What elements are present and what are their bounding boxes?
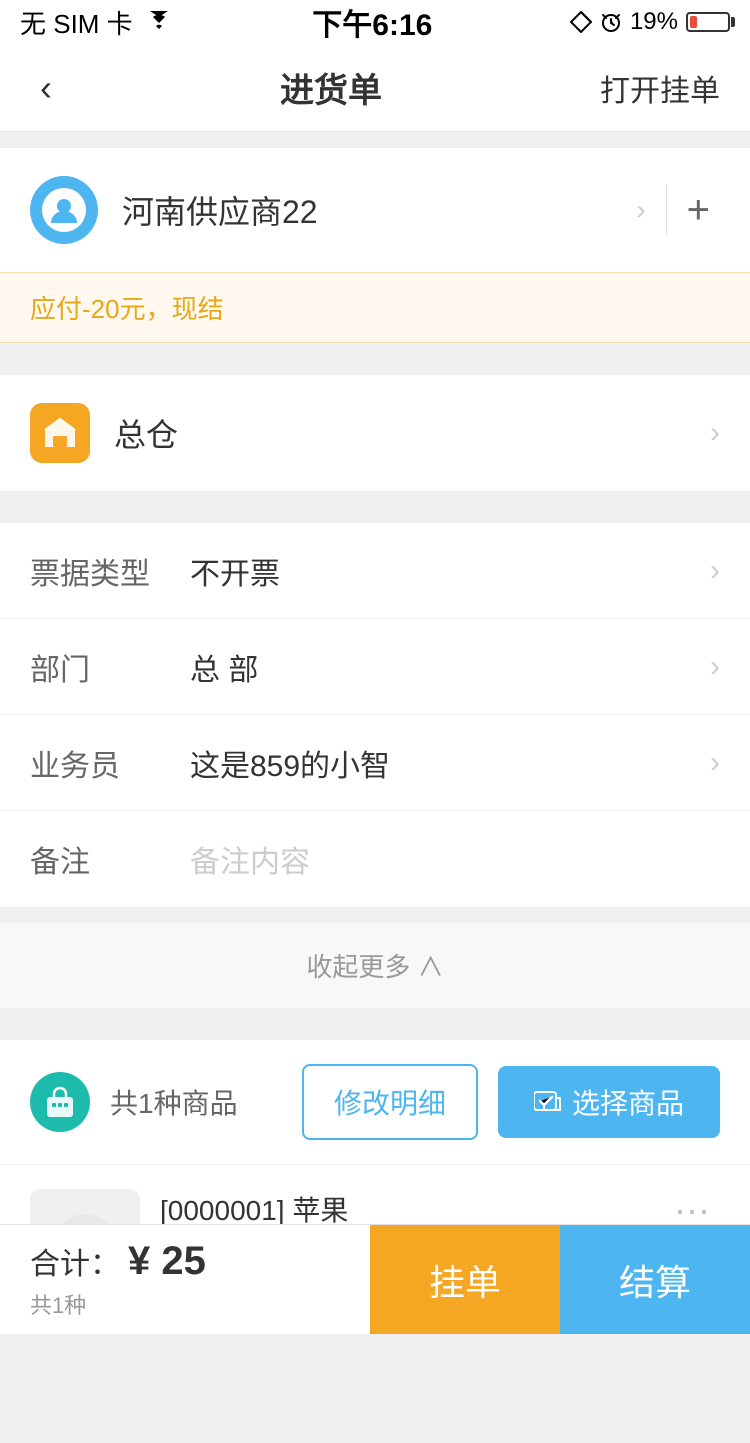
supplier-row[interactable]: 河南供应商22 › + <box>0 148 750 272</box>
remark-input[interactable]: 备注内容 <box>170 837 720 881</box>
invoice-label: 票据类型 <box>30 549 170 593</box>
total-sub: 共1种 <box>30 1288 340 1320</box>
gap-2 <box>0 343 750 359</box>
total-amount-row: 合计： ¥ 25 <box>30 1239 340 1284</box>
supplier-chevron: › <box>626 194 655 226</box>
invoice-value: 不开票 <box>170 549 710 593</box>
hold-button[interactable]: 挂单 <box>370 1225 560 1334</box>
salesman-chevron: › <box>710 746 720 780</box>
product-count-text: 共1种商品 <box>110 1082 282 1122</box>
salesman-value: 这是859的小智 <box>170 741 710 785</box>
battery-icon <box>686 12 730 32</box>
gap-4 <box>0 1008 750 1024</box>
gap-3 <box>0 491 750 507</box>
status-bar-time: 下午6:16 <box>312 0 432 44</box>
department-value: 总 部 <box>170 645 710 689</box>
supplier-section: 河南供应商22 › + 应付-20元，现结 <box>0 148 750 343</box>
battery-percent: 19% <box>630 8 678 36</box>
notice-bar: 应付-20元，现结 <box>0 272 750 343</box>
back-button[interactable]: ‹ <box>30 57 62 119</box>
bottom-total: 合计： ¥ 25 共1种 <box>0 1225 370 1334</box>
department-row[interactable]: 部门 总 部 › <box>0 619 750 715</box>
edit-detail-button[interactable]: 修改明细 <box>302 1064 478 1140</box>
warehouse-row[interactable]: 总仓 › <box>0 375 750 491</box>
salesman-row[interactable]: 业务员 这是859的小智 › <box>0 715 750 811</box>
vertical-divider <box>666 185 667 235</box>
select-product-label: 选择商品 <box>572 1082 684 1122</box>
remark-row[interactable]: 备注 备注内容 <box>0 811 750 907</box>
supplier-avatar <box>30 176 98 244</box>
total-label: 合计： <box>30 1239 120 1283</box>
invoice-chevron: › <box>710 554 720 588</box>
product-code: [0000001] <box>160 1195 285 1226</box>
product-name: [0000001] 苹果 <box>160 1189 644 1229</box>
carrier-text: 无 SIM 卡 <box>20 4 133 41</box>
warehouse-section: 总仓 › <box>0 375 750 491</box>
invoice-row[interactable]: 票据类型 不开票 › <box>0 523 750 619</box>
remark-label: 备注 <box>30 837 170 881</box>
nav-bar: ‹ 进货单 打开挂单 <box>0 44 750 132</box>
page-title: 进货单 <box>280 63 382 112</box>
user-icon <box>49 195 79 225</box>
wifi-icon <box>143 11 175 33</box>
supplier-name: 河南供应商22 <box>122 187 626 233</box>
add-button[interactable]: + <box>677 188 720 233</box>
warehouse-icon <box>30 403 90 463</box>
total-amount: ¥ 25 <box>128 1239 206 1284</box>
select-product-button[interactable]: 选择商品 <box>498 1066 720 1138</box>
status-bar: 无 SIM 卡 下午6:16 19% <box>0 0 750 44</box>
warehouse-chevron: › <box>710 416 720 450</box>
warehouse-name: 总仓 <box>114 410 710 456</box>
product-header: 共1种商品 修改明细 选择商品 <box>0 1040 750 1164</box>
warehouse-svg-icon <box>43 416 77 450</box>
department-chevron: › <box>710 650 720 684</box>
alarm-icon <box>600 11 622 33</box>
product-count-icon <box>30 1072 90 1132</box>
shopping-bag-icon <box>43 1085 77 1119</box>
open-hold-button[interactable]: 打开挂单 <box>600 66 720 110</box>
status-bar-left: 无 SIM 卡 <box>20 4 175 41</box>
checkout-button[interactable]: 结算 <box>560 1225 750 1334</box>
gap-1 <box>0 132 750 148</box>
select-product-icon <box>534 1090 562 1114</box>
salesman-label: 业务员 <box>30 741 170 785</box>
status-bar-right: 19% <box>570 8 730 36</box>
bottom-bar: 合计： ¥ 25 共1种 挂单 结算 <box>0 1224 750 1334</box>
location-icon <box>570 11 592 33</box>
form-section: 票据类型 不开票 › 部门 总 部 › 业务员 这是859的小智 › 备注 备注… <box>0 523 750 907</box>
product-title: 苹果 <box>292 1195 348 1226</box>
department-label: 部门 <box>30 645 170 689</box>
collapse-bar[interactable]: 收起更多 ∧ <box>0 923 750 1008</box>
